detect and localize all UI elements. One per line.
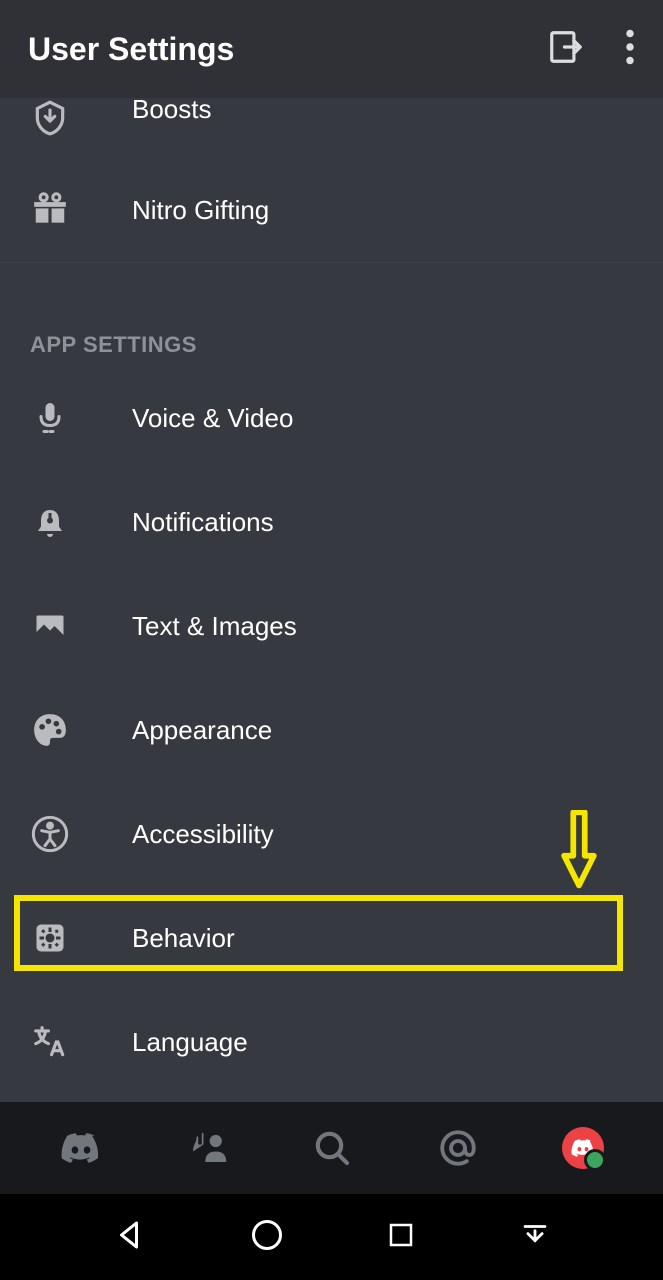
bell-icon [30,502,70,542]
settings-list: Boosts Nitro Gifting APP SETTINGS Voice … [0,98,663,1102]
settings-item-voice-video[interactable]: Voice & Video [0,366,663,470]
nav-home-icon[interactable] [249,1217,285,1258]
friends-icon[interactable] [185,1126,229,1170]
system-nav-bar [0,1194,663,1280]
settings-item-language[interactable]: Language [0,990,663,1094]
palette-icon [30,710,70,750]
search-icon[interactable] [310,1126,354,1170]
app-tab-bar [0,1102,663,1194]
settings-item-notifications[interactable]: Notifications [0,470,663,574]
settings-item-label: Language [132,1027,248,1058]
settings-item-boosts[interactable]: Boosts [0,98,663,158]
mentions-icon[interactable] [436,1126,480,1170]
gear-icon [30,918,70,958]
header-bar: User Settings [0,0,663,98]
settings-item-label: Voice & Video [132,403,293,434]
translate-icon [30,1022,70,1062]
settings-item-behavior[interactable]: Behavior [0,886,663,990]
boost-icon [30,98,70,138]
settings-item-label: Appearance [132,715,272,746]
nav-recent-icon[interactable] [386,1220,416,1255]
nav-dropdown-icon[interactable] [518,1218,552,1257]
exit-icon[interactable] [547,28,585,71]
settings-item-label: Behavior [132,923,235,954]
page-title: User Settings [28,31,234,68]
settings-item-label: Accessibility [132,819,274,850]
gift-icon [30,190,70,230]
mic-icon [30,398,70,438]
section-divider [0,262,663,298]
discord-logo-icon[interactable] [59,1126,103,1170]
accessibility-icon [30,814,70,854]
settings-item-label: Nitro Gifting [132,195,269,226]
settings-item-label: Notifications [132,507,274,538]
settings-item-label: Boosts [132,98,212,125]
user-avatar[interactable] [562,1127,604,1169]
settings-item-label: Text & Images [132,611,297,642]
settings-item-text-images[interactable]: Text & Images [0,574,663,678]
image-icon [30,606,70,646]
settings-item-nitro-gifting[interactable]: Nitro Gifting [0,158,663,262]
section-header-app-settings: APP SETTINGS [0,298,663,366]
settings-item-accessibility[interactable]: Accessibility [0,782,663,886]
settings-item-appearance[interactable]: Appearance [0,678,663,782]
header-actions [547,28,635,71]
more-icon[interactable] [625,29,635,70]
nav-back-icon[interactable] [111,1217,147,1258]
